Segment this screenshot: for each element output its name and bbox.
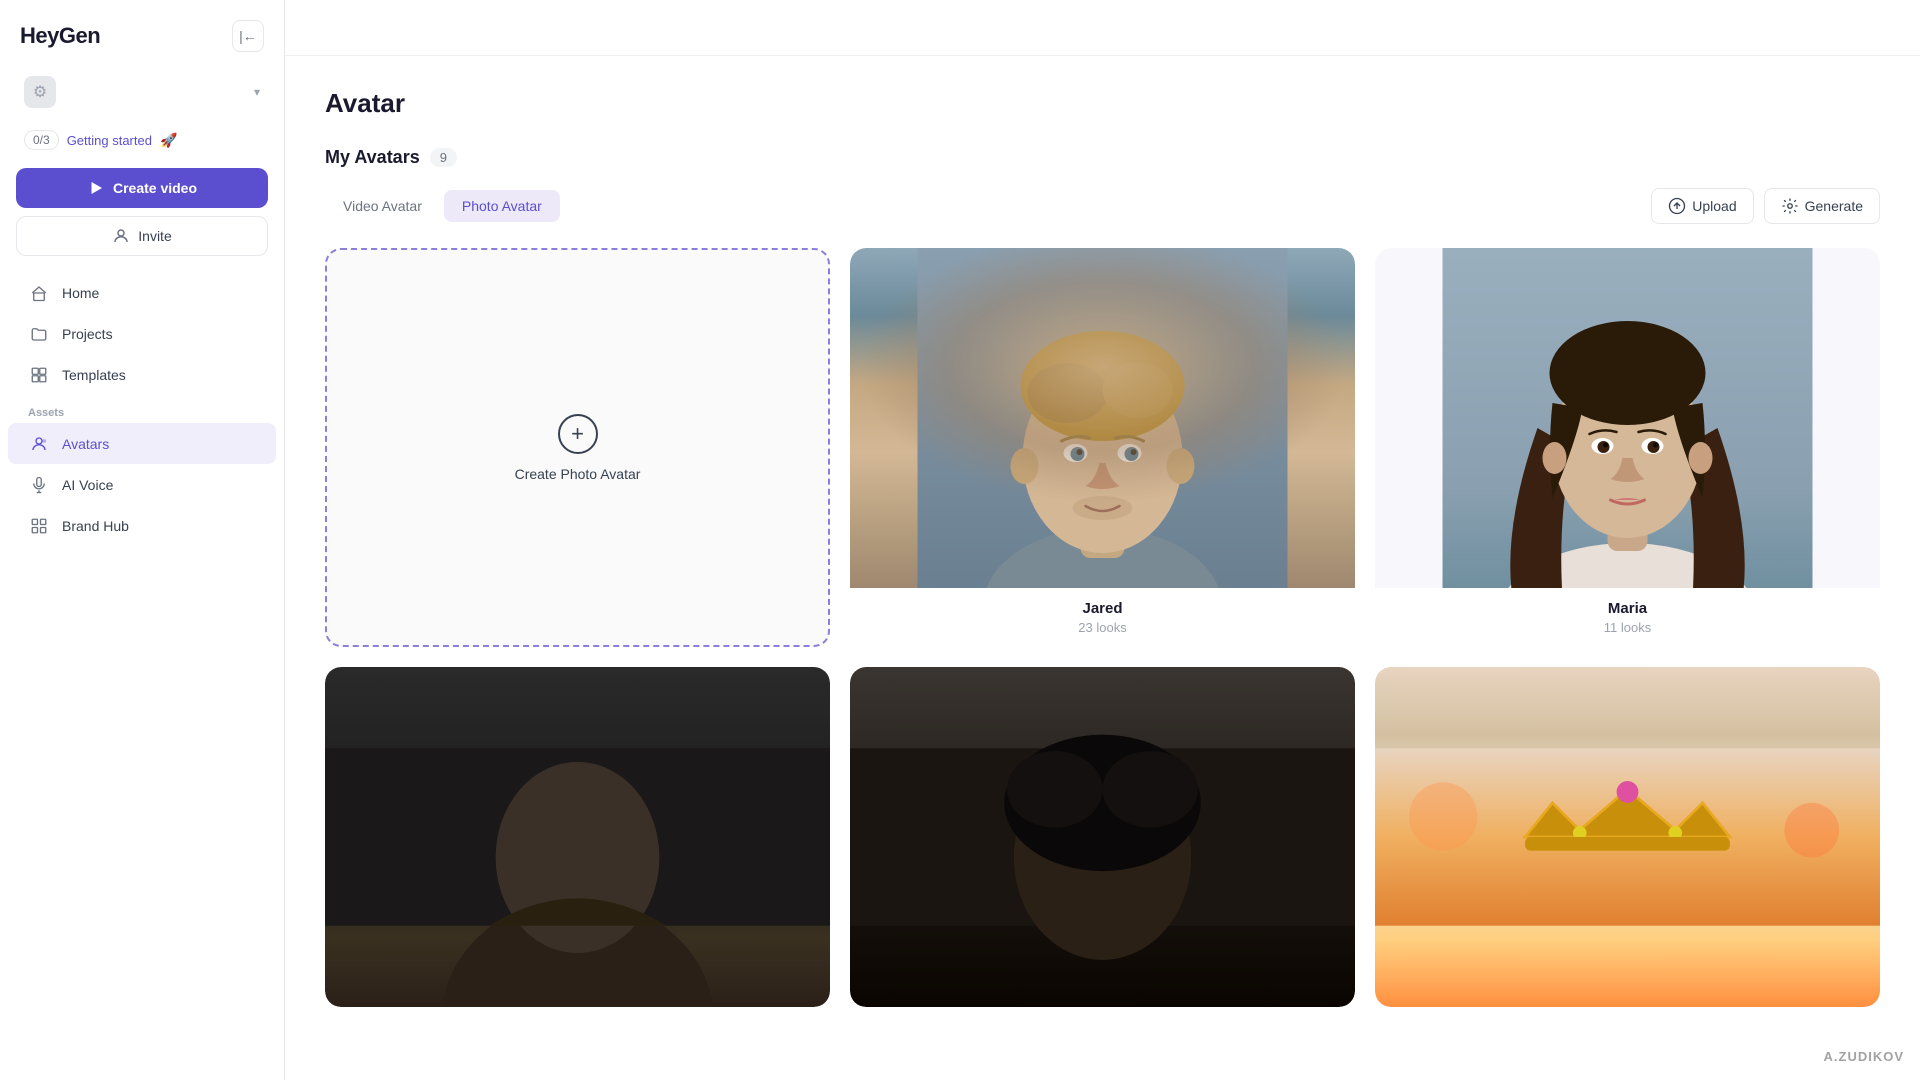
generate-button[interactable]: Generate (1764, 188, 1880, 224)
avatar-card-inner-5 (850, 667, 1355, 1007)
tab-photo-avatar[interactable]: Photo Avatar (444, 190, 560, 222)
sidebar-item-avatars[interactable]: Avatars (8, 423, 276, 464)
tab-video-avatar[interactable]: Video Avatar (325, 190, 440, 222)
avatar-card-inner-maria: Maria 11 looks (1375, 248, 1880, 647)
add-icon: + (558, 414, 598, 454)
avatar-card-4[interactable] (325, 667, 830, 1007)
invite-button[interactable]: Invite (16, 216, 268, 256)
avatar-card-inner-6 (1375, 667, 1880, 1007)
avatar-count-badge: 9 (430, 148, 457, 167)
action-buttons: Upload Generate (1651, 188, 1880, 224)
create-video-label: Create video (113, 180, 197, 196)
folder-icon (28, 323, 50, 344)
maria-name: Maria (1391, 600, 1864, 617)
sidebar: HeyGen |← ⚙ ▾ 0/3 Getting started 🚀 Crea… (0, 0, 285, 1080)
avatar-card-6[interactable] (1375, 667, 1880, 1007)
page-title: Avatar (325, 88, 1880, 119)
brand-hub-icon (28, 515, 50, 536)
upload-button[interactable]: Upload (1651, 188, 1753, 224)
avatar-card-inner-4 (325, 667, 830, 1007)
sidebar-item-brand-hub[interactable]: Brand Hub (8, 505, 276, 546)
avatar-tabs: Video Avatar Photo Avatar (325, 190, 560, 222)
sidebar-item-templates-label: Templates (62, 367, 126, 383)
maria-looks: 11 looks (1391, 620, 1864, 635)
workspace-row[interactable]: ⚙ ▾ (8, 68, 276, 116)
sidebar-item-home[interactable]: Home (8, 272, 276, 313)
maria-photo-svg (1375, 248, 1880, 588)
avatar-photo-jared (850, 248, 1355, 588)
sidebar-item-home-label: Home (62, 285, 99, 301)
sidebar-item-ai-voice[interactable]: AI Voice (8, 464, 276, 505)
avatar-grid: + Create Photo Avatar (325, 248, 1880, 1007)
avatar4-svg (325, 667, 830, 1007)
sidebar-item-templates[interactable]: Templates (8, 354, 276, 395)
invite-label: Invite (138, 228, 171, 244)
progress-badge: 0/3 (24, 130, 59, 150)
sidebar-item-projects-label: Projects (62, 326, 113, 342)
avatar-photo-maria (1375, 248, 1880, 588)
workspace-avatar: ⚙ (24, 76, 56, 108)
avatar-card-jared[interactable]: Jared 23 looks (850, 248, 1355, 647)
rocket-icon: 🚀 (160, 132, 177, 149)
avatar-photo-6 (1375, 667, 1880, 1007)
create-photo-avatar-card[interactable]: + Create Photo Avatar (325, 248, 830, 647)
create-photo-avatar-label: Create Photo Avatar (515, 466, 641, 482)
play-icon (87, 179, 105, 197)
logo: HeyGen (20, 23, 100, 49)
getting-started-row[interactable]: 0/3 Getting started 🚀 (8, 124, 276, 156)
getting-started-label: Getting started (67, 133, 152, 148)
avatar-photo-5 (850, 667, 1355, 1007)
jared-name: Jared (866, 600, 1339, 617)
section-header: My Avatars 9 (325, 147, 1880, 168)
collapse-button[interactable]: |← (232, 20, 264, 52)
main-content: Avatar My Avatars 9 Video Avatar Photo A… (285, 0, 1920, 1080)
content-area: Avatar My Avatars 9 Video Avatar Photo A… (285, 56, 1920, 1080)
tabs-and-actions: Video Avatar Photo Avatar Upload Generat… (325, 188, 1880, 224)
section-title: My Avatars (325, 147, 420, 168)
jared-info: Jared 23 looks (850, 588, 1355, 647)
gear-icon: ⚙ (33, 82, 47, 102)
sidebar-header: HeyGen |← (0, 0, 284, 68)
avatar6-svg (1375, 667, 1880, 1007)
templates-icon (28, 364, 50, 385)
chevron-down-icon: ▾ (254, 85, 260, 99)
sidebar-item-ai-voice-label: AI Voice (62, 477, 113, 493)
upload-icon (1668, 197, 1686, 215)
avatar-card-inner-jared: Jared 23 looks (850, 248, 1355, 647)
avatar-card-5[interactable] (850, 667, 1355, 1007)
sidebar-item-projects[interactable]: Projects (8, 313, 276, 354)
create-video-button[interactable]: Create video (16, 168, 268, 208)
avatar5-svg (850, 667, 1355, 1007)
jared-looks: 23 looks (866, 620, 1339, 635)
avatar-card-maria[interactable]: Maria 11 looks (1375, 248, 1880, 647)
maria-info: Maria 11 looks (1375, 588, 1880, 647)
assets-section-label: Assets (0, 395, 284, 423)
sidebar-item-avatars-label: Avatars (62, 436, 109, 452)
user-icon (112, 227, 130, 245)
ai-voice-icon (28, 474, 50, 495)
avatars-icon (28, 433, 50, 454)
generate-icon (1781, 197, 1799, 215)
avatar-photo-4 (325, 667, 830, 1007)
sidebar-item-brand-hub-label: Brand Hub (62, 518, 129, 534)
home-icon (28, 282, 50, 303)
top-bar (285, 0, 1920, 56)
collapse-icon: |← (239, 28, 257, 44)
jared-photo-svg (850, 248, 1355, 588)
